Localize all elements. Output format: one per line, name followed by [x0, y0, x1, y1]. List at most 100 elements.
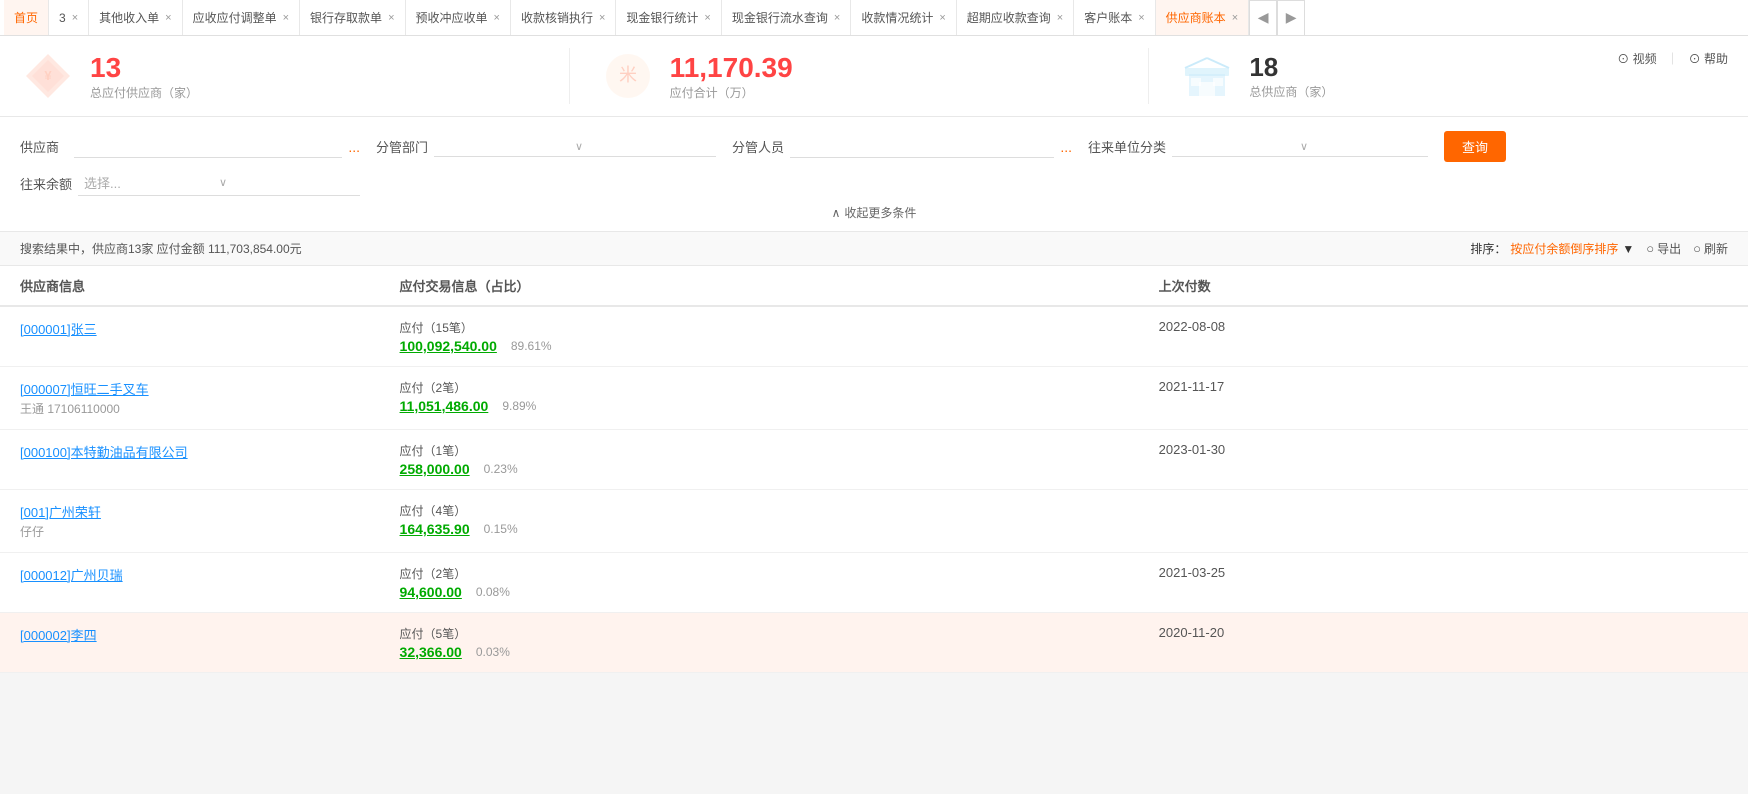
person-dots-button[interactable]: ... [1060, 139, 1072, 155]
nav-tab-label: 首页 [14, 9, 38, 26]
unit-class-filter-label: 往来单位分类 [1088, 137, 1166, 156]
stats-helpers: ⊙ 视频 ｜ ⊙ 帮助 [1617, 50, 1728, 67]
filter-dept: 分管部门 ∨ [376, 137, 716, 157]
video-circle-icon: ⊙ [1617, 52, 1629, 66]
nav-tab-bank-deposit[interactable]: 银行存取款单 × [300, 0, 405, 36]
stats-text-total-suppliers: 18 总供应商（家） [1249, 52, 1333, 100]
tx-row: 94,600.00 0.08% [400, 584, 1159, 600]
dept-filter-select[interactable]: ∨ [434, 137, 716, 157]
help-link[interactable]: ⊙ 帮助 [1689, 50, 1728, 67]
nav-tab-label: 银行存取款单 [310, 9, 382, 26]
close-icon[interactable]: × [388, 12, 394, 24]
payable-total-number: 11,170.39 [670, 51, 793, 85]
collapse-button[interactable]: ∧ 收起更多条件 [832, 204, 917, 221]
collapse-row: ∧ 收起更多条件 [20, 204, 1728, 221]
sort-control[interactable]: 排序： 按应付余额倒序排序 ▼ [1470, 240, 1634, 257]
close-icon[interactable]: × [494, 12, 500, 24]
person-filter-label: 分管人员 [732, 137, 784, 156]
tx-amount[interactable]: 11,051,486.00 [400, 398, 489, 414]
last-pay-date: 2022-08-08 [1159, 319, 1226, 334]
export-icon: ○ [1646, 241, 1654, 256]
result-actions: 排序： 按应付余额倒序排序 ▼ ○ 导出 ○ 刷新 [1470, 240, 1728, 257]
nav-tab-label: 现金银行流水查询 [732, 9, 828, 26]
supplier-table: 供应商信息 应付交易信息（占比） 上次付数 [000001]张三 应付（15笔）… [0, 266, 1748, 673]
dept-filter-label: 分管部门 [376, 137, 428, 156]
tx-amount[interactable]: 100,092,540.00 [400, 338, 497, 354]
export-button[interactable]: ○ 导出 [1646, 240, 1681, 257]
nav-tab-customer-book[interactable]: 客户账本 × [1074, 0, 1155, 36]
supplier-info-cell: [000100]本特勤油品有限公司 [20, 442, 400, 477]
nav-tab-label: 收款情况统计 [861, 9, 933, 26]
nav-tab-receipt-stat[interactable]: 收款情况统计 × [851, 0, 956, 36]
chevron-down-icon: ∨ [1300, 140, 1422, 153]
tx-amount[interactable]: 32,366.00 [400, 644, 462, 660]
supplier-contact: 仔仔 [20, 523, 400, 540]
supplier-info-cell: [000002]李四 [20, 625, 400, 660]
refresh-icon: ○ [1693, 241, 1701, 256]
nav-tab-label: 现金银行统计 [626, 9, 698, 26]
nav-tab-other-income[interactable]: 其他收入单 × [89, 0, 182, 36]
supplier-name-link[interactable]: [001]广州荣轩 [20, 502, 400, 521]
supplier-name-link[interactable]: [000001]张三 [20, 319, 400, 338]
nav-tab-cash-bank-stat[interactable]: 现金银行统计 × [616, 0, 721, 36]
close-icon[interactable]: × [704, 12, 710, 24]
tx-percent: 0.08% [476, 585, 510, 599]
last-pay-date: 2023-01-30 [1159, 442, 1226, 457]
unit-class-filter-select[interactable]: ∨ [1172, 137, 1428, 157]
svg-text:米: 米 [619, 65, 637, 85]
nav-tab-home[interactable]: 首页 [4, 0, 49, 36]
supplier-name-link[interactable]: [000100]本特勤油品有限公司 [20, 442, 400, 461]
person-filter-input[interactable] [790, 136, 1054, 158]
table-row[interactable]: [000007]恒旺二手叉车 王通 17106110000 应付（2笔） 11,… [0, 367, 1748, 430]
tx-info-cell: 应付（4笔） 164,635.90 0.15% [400, 502, 1159, 540]
supplier-name-link[interactable]: [000002]李四 [20, 625, 400, 644]
refresh-button[interactable]: ○ 刷新 [1693, 240, 1728, 257]
nav-tab-label: 收款核销执行 [521, 9, 593, 26]
filter-row-2: 往来余额 选择... ∨ [20, 170, 1728, 196]
table-row[interactable]: [000012]广州贝瑞 应付（2笔） 94,600.00 0.08% 2021… [0, 553, 1748, 613]
close-icon[interactable]: × [1138, 12, 1144, 24]
supplier-dots-button[interactable]: ... [348, 139, 360, 155]
table-row[interactable]: [001]广州荣轩 仔仔 应付（4笔） 164,635.90 0.15% [0, 490, 1748, 553]
nav-tab-ar-ap-adjust[interactable]: 应收应付调整单 × [183, 0, 300, 36]
col-supplier-info: 供应商信息 [20, 276, 400, 295]
last-pay-date: 2021-11-17 [1159, 379, 1225, 394]
table-row[interactable]: [000002]李四 应付（5笔） 32,366.00 0.03% 2020-1… [0, 613, 1748, 673]
nav-tab-prepay-charge[interactable]: 预收冲应收单 × [406, 0, 511, 36]
close-icon[interactable]: × [1057, 12, 1063, 24]
nav-tab-3[interactable]: 3 × [49, 0, 89, 36]
nav-tab-receipt-verify[interactable]: 收款核销执行 × [511, 0, 616, 36]
nav-prev-button[interactable]: ◀ [1249, 0, 1277, 36]
last-pay-cell: 2023-01-30 [1159, 442, 1728, 477]
close-icon[interactable]: × [1232, 12, 1238, 24]
balance-filter-label: 往来余额 [20, 174, 72, 193]
tx-amount[interactable]: 94,600.00 [400, 584, 462, 600]
supplier-name-link[interactable]: [000007]恒旺二手叉车 [20, 379, 400, 398]
stats-item-payable-total: 米 11,170.39 应付合计（万） [570, 48, 1150, 104]
close-icon[interactable]: × [834, 12, 840, 24]
chevron-up-icon: ∧ [832, 206, 841, 220]
close-icon[interactable]: × [939, 12, 945, 24]
supplier-info-cell: [000012]广州贝瑞 [20, 565, 400, 600]
nav-tab-overdue-query[interactable]: 超期应收款查询 × [957, 0, 1074, 36]
tx-percent: 0.23% [484, 462, 518, 476]
table-row[interactable]: [000100]本特勤油品有限公司 应付（1笔） 258,000.00 0.23… [0, 430, 1748, 490]
tx-amount[interactable]: 164,635.90 [400, 521, 470, 537]
close-icon[interactable]: × [599, 12, 605, 24]
close-icon[interactable]: × [72, 12, 78, 24]
nav-tab-supplier-book[interactable]: 供应商账本 × [1156, 0, 1249, 36]
stats-bar: ¥ 13 总应付供应商（家） 米 11,170.39 应付合计（万） [0, 36, 1748, 117]
tx-amount[interactable]: 258,000.00 [400, 461, 470, 477]
video-link[interactable]: ⊙ 视频 [1617, 50, 1656, 67]
balance-filter-select[interactable]: 选择... ∨ [78, 170, 360, 196]
filter-unit-class: 往来单位分类 ∨ [1088, 137, 1428, 157]
search-button[interactable]: 查询 [1444, 131, 1506, 162]
close-icon[interactable]: × [165, 12, 171, 24]
table-row[interactable]: [000001]张三 应付（15笔） 100,092,540.00 89.61%… [0, 307, 1748, 367]
nav-next-button[interactable]: ▶ [1277, 0, 1305, 36]
supplier-filter-input[interactable] [74, 136, 342, 158]
tx-label: 应付（5笔） [400, 625, 1159, 642]
nav-tab-cash-flow[interactable]: 现金银行流水查询 × [722, 0, 851, 36]
close-icon[interactable]: × [283, 12, 289, 24]
supplier-name-link[interactable]: [000012]广州贝瑞 [20, 565, 400, 584]
